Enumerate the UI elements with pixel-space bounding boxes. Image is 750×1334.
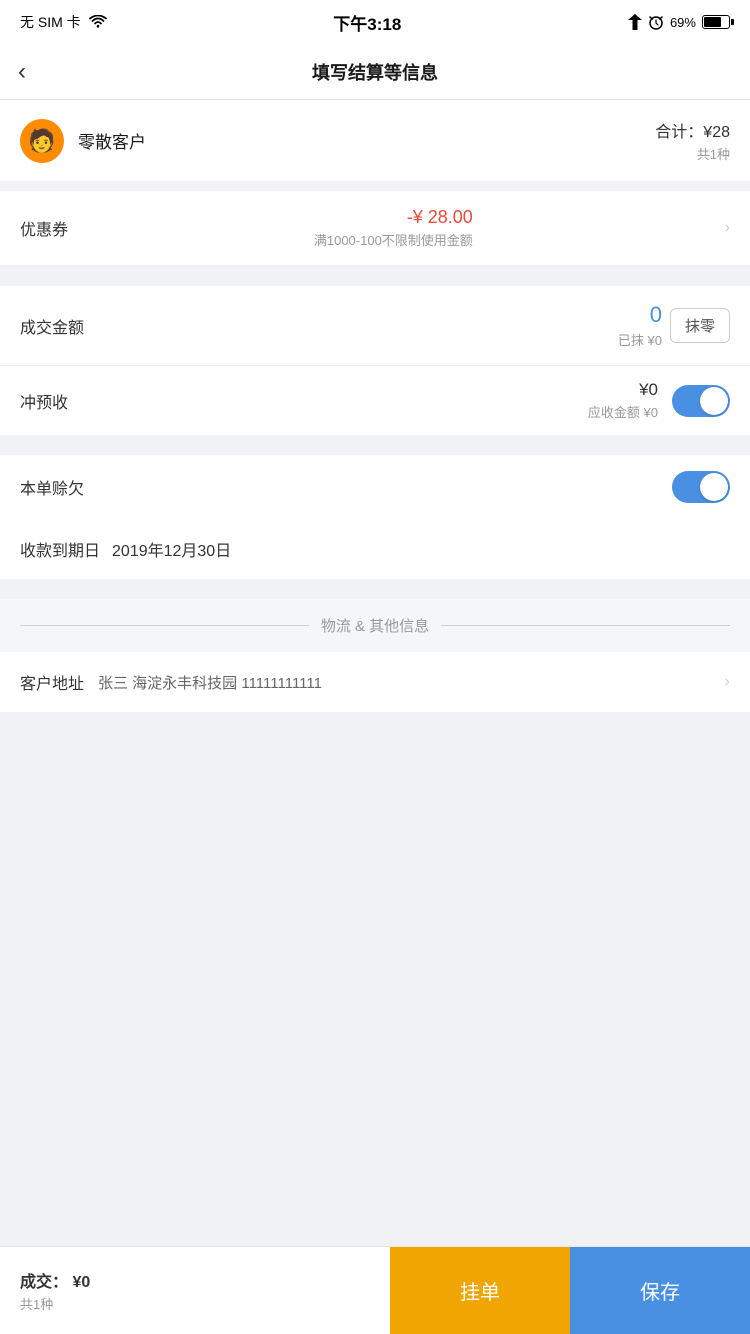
battery-icon (702, 15, 730, 29)
coupon-right: -¥ 28.00 满1000-100不限制使用金额 (314, 207, 473, 249)
bottom-count: 共1种 (20, 1294, 370, 1313)
bottom-amount-label: 成交： ¥0 (20, 1268, 370, 1292)
coupon-label: 优惠券 (20, 216, 68, 240)
status-time: 下午3:18 (333, 10, 401, 35)
bottom-summary: 成交： ¥0 共1种 (0, 1268, 390, 1313)
hold-button[interactable]: 挂单 (390, 1247, 570, 1334)
transaction-right: 0 已抹 ¥0 抹零 (618, 302, 730, 349)
debt-label: 本单赊欠 (20, 475, 84, 499)
address-chevron: › (719, 673, 730, 691)
coupon-card: 优惠券 -¥ 28.00 满1000-100不限制使用金额 › (0, 191, 750, 266)
divider-2 (0, 445, 750, 455)
avatar: 🧑 (20, 119, 64, 163)
customer-right: 合计：¥28 共1种 (655, 118, 730, 163)
round-zero-button[interactable]: 抹零 (670, 308, 730, 343)
debt-row: 本单赊欠 (0, 455, 750, 519)
due-date-value[interactable]: 2019年12月30日 (112, 537, 231, 561)
prepayment-receivable: 应收金额 ¥0 (588, 402, 658, 421)
total-count: 共1种 (655, 144, 730, 163)
customer-left: 🧑 零散客户 (20, 119, 146, 163)
total-amount: 合计：¥28 (655, 118, 730, 142)
status-bar: 无 SIM 卡 下午3:18 69% (0, 0, 750, 44)
due-date-row: 收款到期日 2019年12月30日 (0, 519, 750, 579)
prepayment-label: 冲预收 (20, 389, 68, 413)
customer-row: 🧑 零散客户 合计：¥28 共1种 (0, 100, 750, 181)
debt-card: 本单赊欠 收款到期日 2019年12月30日 (0, 455, 750, 579)
chevron-right-icon: › (725, 219, 730, 237)
location-icon (628, 14, 642, 30)
address-value: 张三 海淀永丰科技园 11111111111 (98, 672, 719, 693)
status-right: 69% (628, 14, 730, 30)
page-title: 填写结算等信息 (312, 59, 438, 85)
wifi-icon (89, 15, 107, 29)
transaction-row: 成交金额 0 已抹 ¥0 抹零 (0, 286, 750, 366)
save-button[interactable]: 保存 (570, 1247, 750, 1334)
address-label: 客户地址 (20, 670, 84, 694)
coupon-discount: -¥ 28.00 (407, 207, 473, 228)
prepayment-right: ¥0 应收金额 ¥0 (588, 380, 730, 421)
battery-label: 69% (670, 15, 696, 30)
prepayment-toggle[interactable] (672, 385, 730, 417)
prepayment-amounts: ¥0 应收金额 ¥0 (588, 380, 658, 421)
alarm-icon (648, 14, 664, 30)
prepayment-row: 冲预收 ¥0 应收金额 ¥0 (0, 366, 750, 435)
logistics-title: 物流 & 其他信息 (321, 615, 429, 636)
status-left: 无 SIM 卡 (20, 12, 107, 32)
divider-3 (0, 589, 750, 599)
prepayment-amount: ¥0 (588, 380, 658, 400)
bottom-amount-value: ¥0 (72, 1274, 90, 1291)
address-chevron-icon: › (725, 673, 730, 691)
nav-bar: ‹ 填写结算等信息 (0, 44, 750, 100)
transaction-label: 成交金额 (20, 314, 84, 338)
coupon-subtext: 满1000-100不限制使用金额 (314, 230, 473, 249)
customer-name: 零散客户 (78, 128, 146, 153)
divider-1 (0, 276, 750, 286)
bottom-bar: 成交： ¥0 共1种 挂单 保存 (0, 1246, 750, 1334)
transaction-amount[interactable]: 0 (618, 302, 662, 328)
empty-area (0, 712, 750, 972)
address-row[interactable]: 客户地址 张三 海淀永丰科技园 11111111111 › (0, 652, 750, 712)
logistics-line-right (441, 625, 730, 626)
debt-toggle[interactable] (672, 471, 730, 503)
transaction-card: 成交金额 0 已抹 ¥0 抹零 冲预收 ¥0 应收金额 ¥0 (0, 286, 750, 435)
logistics-header: 物流 & 其他信息 (0, 599, 750, 652)
due-date-label: 收款到期日 (20, 537, 100, 561)
content-area: 🧑 零散客户 合计：¥28 共1种 优惠券 -¥ 28.00 满1000-100… (0, 100, 750, 1062)
bottom-amount-prefix: 成交： (20, 1274, 68, 1291)
coupon-row[interactable]: 优惠券 -¥ 28.00 满1000-100不限制使用金额 › (0, 191, 750, 266)
back-button[interactable]: ‹ (18, 58, 26, 86)
no-sim-label: 无 SIM 卡 (20, 12, 81, 32)
debt-toggle-knob (700, 473, 728, 501)
transaction-subtext: 已抹 ¥0 (618, 330, 662, 349)
logistics-line-left (20, 625, 309, 626)
toggle-knob (700, 387, 728, 415)
